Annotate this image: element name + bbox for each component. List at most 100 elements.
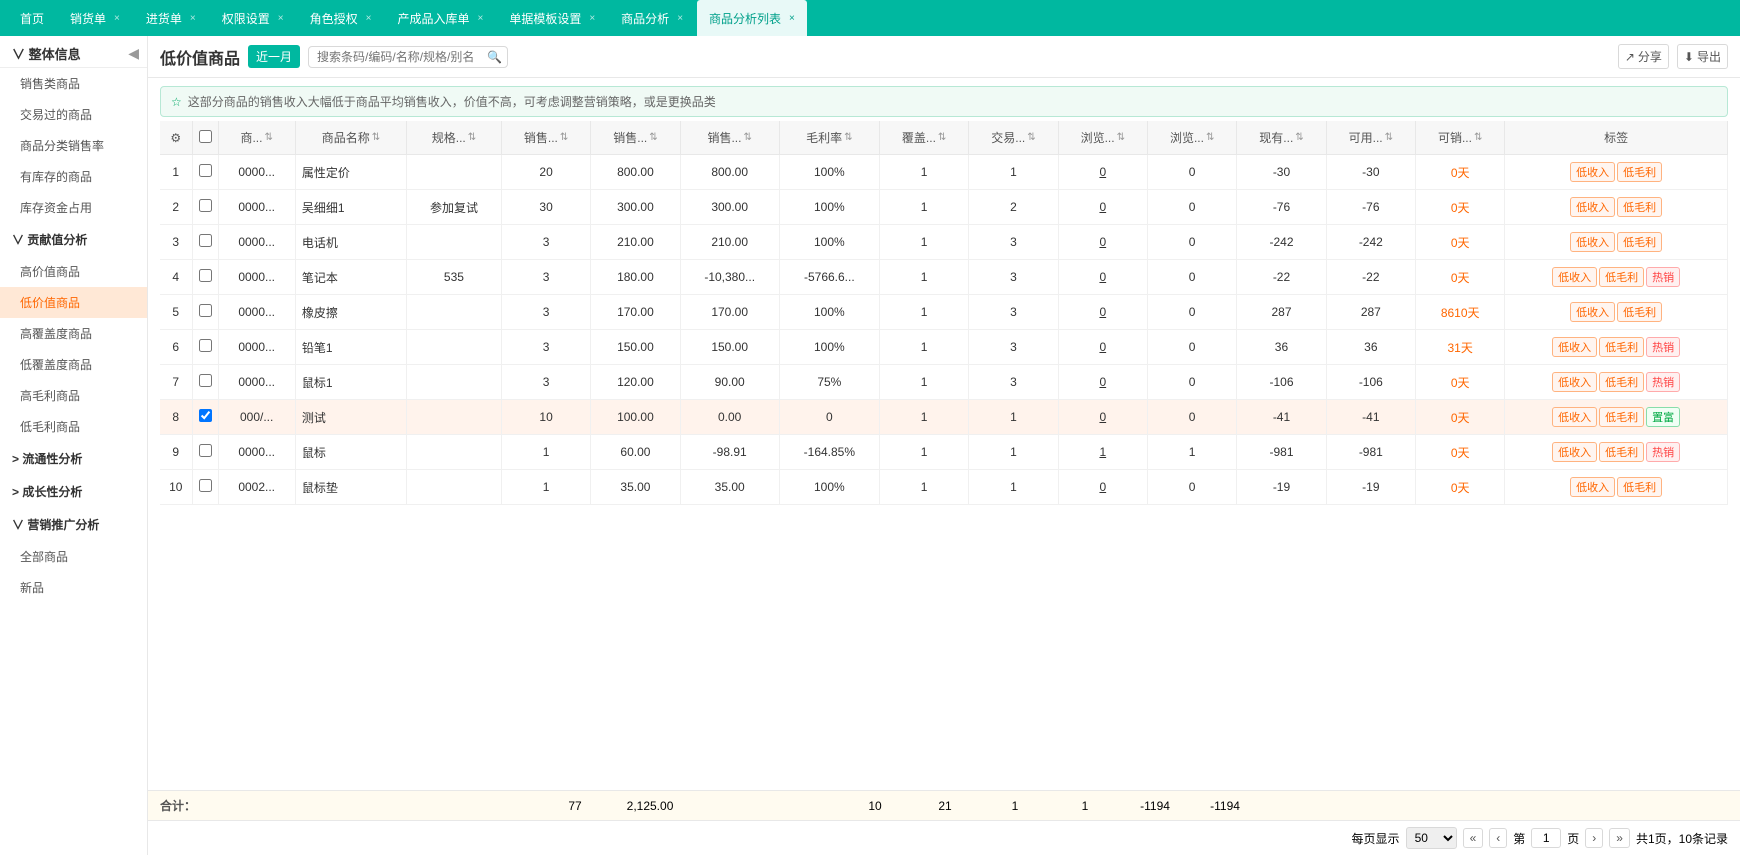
nav-sales-order[interactable]: 销货单 ×	[58, 0, 132, 36]
nav-template-settings[interactable]: 单据模板设置 ×	[497, 0, 607, 36]
last-page-btn[interactable]: »	[1609, 828, 1630, 848]
row-browse1[interactable]: 0	[1058, 365, 1147, 400]
col-saleable[interactable]: 可销...⇅	[1416, 121, 1505, 155]
sidebar-item-stocked-products[interactable]: 有库存的商品	[0, 161, 147, 192]
col-gross-margin[interactable]: 毛利率⇅	[779, 121, 879, 155]
row-checkbox-cell[interactable]	[192, 225, 218, 260]
row-browse1[interactable]: 0	[1058, 155, 1147, 190]
sidebar-item-high-value[interactable]: 高价值商品	[0, 256, 147, 287]
browse1-value[interactable]: 1	[1099, 445, 1106, 459]
first-page-btn[interactable]: «	[1463, 828, 1484, 848]
row-checkbox[interactable]	[199, 164, 212, 177]
col-sales-cost[interactable]: 销售...⇅	[680, 121, 779, 155]
row-checkbox-cell[interactable]	[192, 435, 218, 470]
row-browse1[interactable]: 0	[1058, 295, 1147, 330]
sidebar-section-growth[interactable]: > 成长性分析	[0, 475, 147, 508]
nav-product-stock[interactable]: 产成品入库单 ×	[385, 0, 495, 36]
row-checkbox[interactable]	[199, 409, 212, 422]
row-browse1[interactable]: 0	[1058, 470, 1147, 505]
browse1-value[interactable]: 0	[1099, 410, 1106, 424]
nav-close-purchase-order[interactable]: ×	[190, 13, 196, 24]
browse1-value[interactable]: 0	[1099, 235, 1106, 249]
sidebar-item-low-value[interactable]: 低价值商品	[0, 287, 147, 318]
sidebar-item-sales-products[interactable]: 销售类商品	[0, 68, 147, 99]
col-checkbox[interactable]	[192, 121, 218, 155]
col-settings[interactable]: ⚙	[160, 121, 192, 155]
table-container[interactable]: ⚙ 商...⇅ 商品名称⇅ 规格...⇅	[148, 121, 1740, 790]
sidebar-item-all-products[interactable]: 全部商品	[0, 541, 147, 572]
browse1-value[interactable]: 0	[1099, 340, 1106, 354]
nav-close-product-analysis-list[interactable]: ×	[789, 13, 795, 24]
col-transaction[interactable]: 交易...⇅	[969, 121, 1058, 155]
row-checkbox[interactable]	[199, 444, 212, 457]
sidebar-item-category-sales-rate[interactable]: 商品分类销售率	[0, 130, 147, 161]
browse1-value[interactable]: 0	[1099, 270, 1106, 284]
nav-close-template-settings[interactable]: ×	[589, 13, 595, 24]
search-icon[interactable]: 🔍	[487, 50, 502, 64]
col-current-stock[interactable]: 现有...⇅	[1237, 121, 1326, 155]
sidebar-item-inventory-funds[interactable]: 库存资金占用	[0, 192, 147, 223]
nav-home[interactable]: 首页	[8, 0, 56, 36]
sidebar-section-circulation[interactable]: > 流通性分析	[0, 442, 147, 475]
browse1-value[interactable]: 0	[1099, 480, 1106, 494]
nav-close-permissions[interactable]: ×	[278, 13, 284, 24]
row-browse1[interactable]: 0	[1058, 400, 1147, 435]
row-checkbox-cell[interactable]	[192, 470, 218, 505]
next-page-btn[interactable]: ›	[1585, 828, 1603, 848]
col-code[interactable]: 商...⇅	[218, 121, 295, 155]
row-checkbox[interactable]	[199, 374, 212, 387]
per-page-select[interactable]: 50 100	[1406, 827, 1457, 849]
sidebar-section-marketing[interactable]: ∨ 营销推广分析	[0, 508, 147, 541]
sidebar-item-high-margin[interactable]: 高毛利商品	[0, 380, 147, 411]
nav-purchase-order[interactable]: 进货单 ×	[134, 0, 208, 36]
row-checkbox[interactable]	[199, 269, 212, 282]
browse1-value[interactable]: 0	[1099, 305, 1106, 319]
select-all-checkbox[interactable]	[199, 130, 212, 143]
row-browse1[interactable]: 0	[1058, 225, 1147, 260]
share-button[interactable]: ↗ 分享	[1618, 44, 1669, 69]
row-checkbox[interactable]	[199, 479, 212, 492]
col-sales-amt[interactable]: 销售...⇅	[591, 121, 680, 155]
row-browse1[interactable]: 0	[1058, 190, 1147, 225]
sidebar-section-contribution[interactable]: ∨ 贡献值分析	[0, 223, 147, 256]
nav-product-analysis-list[interactable]: 商品分析列表 ×	[697, 0, 807, 36]
col-browse2[interactable]: 浏览...⇅	[1147, 121, 1236, 155]
export-button[interactable]: ⬇ 导出	[1677, 44, 1728, 69]
row-checkbox-cell[interactable]	[192, 365, 218, 400]
row-checkbox[interactable]	[199, 304, 212, 317]
row-checkbox[interactable]	[199, 199, 212, 212]
settings-icon[interactable]: ⚙	[170, 131, 181, 145]
row-checkbox-cell[interactable]	[192, 260, 218, 295]
sidebar-item-low-margin[interactable]: 低毛利商品	[0, 411, 147, 442]
row-browse1[interactable]: 1	[1058, 435, 1147, 470]
nav-close-product-analysis[interactable]: ×	[677, 13, 683, 24]
browse1-value[interactable]: 0	[1099, 165, 1106, 179]
col-sales-qty[interactable]: 销售...⇅	[501, 121, 590, 155]
row-browse1[interactable]: 0	[1058, 330, 1147, 365]
nav-close-roles[interactable]: ×	[366, 13, 372, 24]
search-input[interactable]	[308, 46, 508, 68]
col-browse1[interactable]: 浏览...⇅	[1058, 121, 1147, 155]
sidebar-item-traded-products[interactable]: 交易过的商品	[0, 99, 147, 130]
nav-close-sales-order[interactable]: ×	[114, 13, 120, 24]
current-page-input[interactable]	[1531, 828, 1561, 848]
row-checkbox[interactable]	[199, 339, 212, 352]
prev-page-btn[interactable]: ‹	[1489, 828, 1507, 848]
row-checkbox-cell[interactable]	[192, 190, 218, 225]
row-checkbox[interactable]	[199, 234, 212, 247]
col-coverage[interactable]: 覆盖...⇅	[879, 121, 968, 155]
row-browse1[interactable]: 0	[1058, 260, 1147, 295]
nav-roles[interactable]: 角色授权 ×	[298, 0, 384, 36]
nav-close-product-stock[interactable]: ×	[477, 13, 483, 24]
nav-product-analysis[interactable]: 商品分析 ×	[609, 0, 695, 36]
sidebar-collapse-btn[interactable]: ◀	[128, 45, 139, 62]
col-available[interactable]: 可用...⇅	[1326, 121, 1415, 155]
row-checkbox-cell[interactable]	[192, 330, 218, 365]
browse1-value[interactable]: 0	[1099, 200, 1106, 214]
sidebar-item-low-coverage[interactable]: 低覆盖度商品	[0, 349, 147, 380]
row-checkbox-cell[interactable]	[192, 400, 218, 435]
sidebar-item-new-products[interactable]: 新品	[0, 572, 147, 603]
nav-permissions[interactable]: 权限设置 ×	[210, 0, 296, 36]
col-spec[interactable]: 规格...⇅	[406, 121, 501, 155]
sidebar-item-high-coverage[interactable]: 高覆盖度商品	[0, 318, 147, 349]
